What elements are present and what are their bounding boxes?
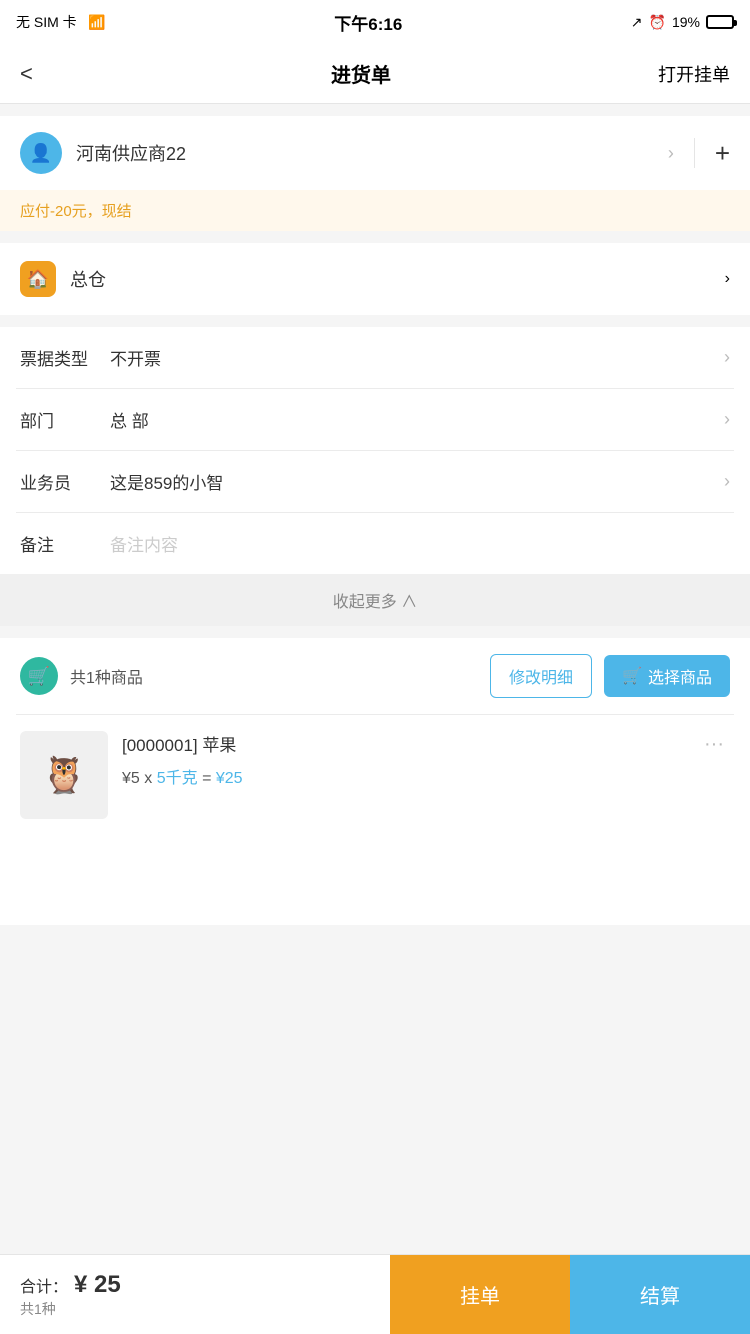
carrier-text: 无 SIM 卡 [16,14,77,30]
back-button[interactable]: < [20,52,64,96]
gap-3 [0,315,750,327]
product-quantity: 5千克 [157,770,198,787]
footer: 合计： ¥ 25 共1种 挂单 结算 [0,1254,750,1334]
total-label: 合计： [20,1273,68,1297]
product-info: [0000001] 苹果 ¥5 x 5千克 = ¥25 [122,731,684,788]
remark-label: 备注 [20,531,100,556]
supplier-row[interactable]: 👤 河南供应商22 › + [0,116,750,190]
invoice-type-row[interactable]: 票据类型 不开票 › [0,327,750,388]
product-unit-price: ¥5 [122,770,140,787]
price-multiply: x [144,770,156,787]
product-item: 🦉 [0000001] 苹果 ¥5 x 5千克 = ¥25 ··· [0,715,750,835]
department-label: 部门 [20,407,100,432]
salesperson-row[interactable]: 业务员 这是859的小智 › [0,451,750,512]
page-title: 进货单 [331,59,391,88]
product-name: [0000001] 苹果 [122,731,684,756]
collapse-bar[interactable]: 收起更多 ∧ [0,574,750,626]
invoice-type-chevron-icon: › [724,347,730,368]
warehouse-row[interactable]: 🏠 总仓 › [0,243,750,315]
form-section: 票据类型 不开票 › 部门 总 部 › 业务员 这是859的小智 › 备注 备注… [0,327,750,574]
remark-row[interactable]: 备注 备注内容 [0,513,750,574]
supplier-divider [694,138,695,168]
product-code: [0000001] [122,736,198,755]
carrier-wifi: 无 SIM 卡 📶 [16,12,106,32]
warehouse-icon: 🏠 [20,261,56,297]
settle-button[interactable]: 结算 [570,1255,750,1334]
warehouse-name: 总仓 [70,266,725,292]
invoice-type-label: 票据类型 [20,345,100,370]
invoice-type-value: 不开票 [100,345,724,370]
supplier-avatar: 👤 [20,132,62,174]
status-right-group: ↗ ⏰ 19% [631,14,734,31]
battery-icon [706,15,734,29]
add-supplier-button[interactable]: + [715,138,730,169]
battery-percent: 19% [672,14,700,30]
home-icon: 🏠 [27,269,49,290]
footer-spacer [0,835,750,925]
total-amount: ¥ 25 [74,1271,121,1299]
select-product-label: 选择商品 [648,664,712,688]
product-menu-button[interactable]: ··· [698,731,730,758]
product-total: ¥25 [216,770,243,787]
clock: 下午6:16 [334,10,402,35]
footer-total: 合计： ¥ 25 共1种 [0,1255,390,1334]
product-thumbnail: 🦉 [20,731,108,819]
info-banner: 应付-20元，现结 [0,190,750,231]
nav-bar: < 进货单 打开挂单 [0,44,750,104]
open-hang-button[interactable]: 打开挂单 [658,61,730,87]
product-price: ¥5 x 5千克 = ¥25 [122,764,684,788]
edit-detail-button[interactable]: 修改明细 [490,654,592,698]
remark-placeholder: 备注内容 [100,531,730,556]
product-title: 苹果 [202,736,236,755]
alarm-icon: ⏰ [649,14,666,31]
product-section: 🛒 共1种商品 修改明细 🛒 选择商品 🦉 [0000001] 苹果 ¥5 x … [0,638,750,925]
product-placeholder-icon: 🦉 [42,754,87,796]
product-header-icon: 🛒 [20,657,58,695]
supplier-name: 河南供应商22 [76,140,668,166]
gap-4 [0,626,750,638]
avatar-icon: 👤 [30,143,52,164]
hang-button[interactable]: 挂单 [390,1255,570,1334]
wifi-icon: 📶 [88,14,105,30]
salesperson-chevron-icon: › [724,471,730,492]
price-equals: = [202,770,216,787]
total-count: 共1种 [20,1299,370,1319]
total-row: 合计： ¥ 25 [20,1271,370,1299]
salesperson-label: 业务员 [20,469,100,494]
status-bar: 无 SIM 卡 📶 下午6:16 ↗ ⏰ 19% [0,0,750,44]
department-value: 总 部 [100,407,724,432]
product-header: 🛒 共1种商品 修改明细 🛒 选择商品 [0,638,750,714]
supplier-section: 👤 河南供应商22 › + 应付-20元，现结 [0,116,750,231]
gap-2 [0,231,750,243]
select-cart-icon: 🛒 [622,666,642,686]
department-row[interactable]: 部门 总 部 › [0,389,750,450]
location-icon: ↗ [631,14,643,31]
department-chevron-icon: › [724,409,730,430]
cart-icon: 🛒 [28,666,50,687]
select-product-button[interactable]: 🛒 选择商品 [604,655,730,697]
warehouse-section: 🏠 总仓 › [0,243,750,315]
gap-1 [0,104,750,116]
product-count: 共1种商品 [70,664,478,688]
salesperson-value: 这是859的小智 [100,469,724,494]
warehouse-chevron-icon: › [725,270,730,288]
supplier-chevron-icon: › [668,143,674,164]
